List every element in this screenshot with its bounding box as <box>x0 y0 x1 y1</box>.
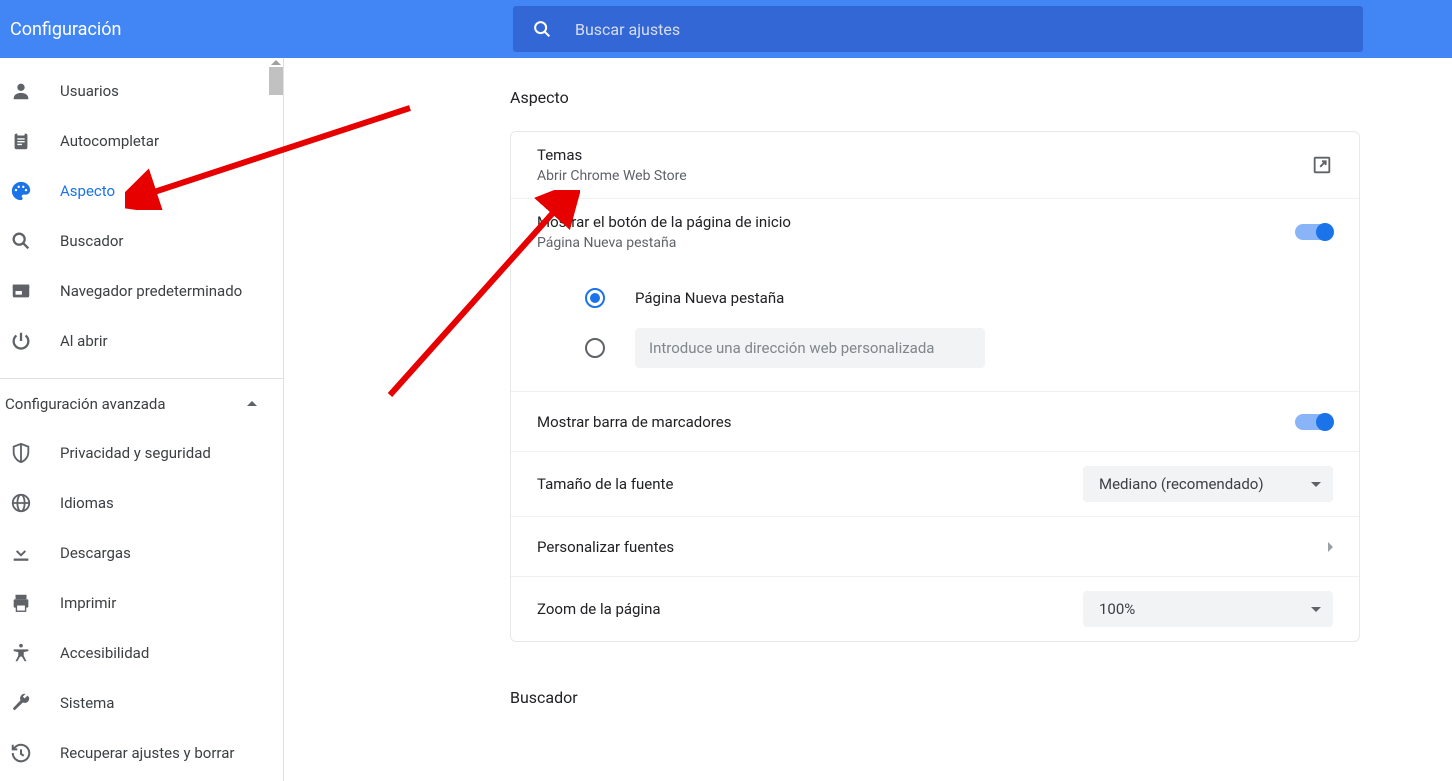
sidebar-item-system[interactable]: Sistema <box>0 678 283 728</box>
main-content: Aspecto Temas Abrir Chrome Web Store Mos… <box>284 58 1452 781</box>
sidebar-item-label: Descargas <box>60 544 131 562</box>
search-icon <box>531 18 553 40</box>
radio-custom[interactable] <box>585 323 1333 373</box>
shield-icon <box>10 442 32 464</box>
radio-button-icon <box>585 338 605 358</box>
page-title: Configuración <box>10 19 513 40</box>
chevron-down-icon <box>1311 482 1321 487</box>
download-icon <box>10 542 32 564</box>
sidebar-item-startup[interactable]: Al abrir <box>0 316 283 366</box>
sidebar-item-accessibility[interactable]: Accesibilidad <box>0 628 283 678</box>
sidebar-item-languages[interactable]: Idiomas <box>0 478 283 528</box>
sidebar-item-reset[interactable]: Recuperar ajustes y borrar <box>0 728 283 778</box>
home-button-row: Mostrar el botón de la página de inicio … <box>511 198 1359 265</box>
appearance-card: Temas Abrir Chrome Web Store Mostrar el … <box>510 131 1360 642</box>
sidebar-item-search[interactable]: Buscador <box>0 216 283 266</box>
home-button-toggle[interactable] <box>1295 224 1333 240</box>
sidebar-section-label: Configuración avanzada <box>5 395 165 413</box>
row-title: Mostrar barra de marcadores <box>537 413 731 431</box>
font-size-select[interactable]: Mediano (recomendado) <box>1083 466 1333 502</box>
row-title: Zoom de la página <box>537 600 661 618</box>
sidebar-item-appearance[interactable]: Aspecto <box>0 166 283 216</box>
chevron-up-icon <box>247 401 257 406</box>
radio-newtab[interactable]: Página Nueva pestaña <box>585 273 1333 323</box>
chevron-right-icon <box>1328 542 1333 552</box>
section-title-search: Buscador <box>510 688 1360 707</box>
user-icon <box>10 80 32 102</box>
power-icon <box>10 330 32 352</box>
sidebar-item-label: Sistema <box>60 694 114 712</box>
header: Configuración <box>0 0 1452 58</box>
custom-url-input[interactable] <box>635 328 985 368</box>
printer-icon <box>10 592 32 614</box>
sidebar-advanced-toggle[interactable]: Configuración avanzada <box>0 378 283 428</box>
sidebar-item-label: Aspecto <box>60 182 115 200</box>
section-title-appearance: Aspecto <box>510 88 1360 107</box>
chevron-down-icon <box>1311 607 1321 612</box>
sidebar-item-label: Usuarios <box>60 82 119 100</box>
themes-row[interactable]: Temas Abrir Chrome Web Store <box>511 132 1359 198</box>
wrench-icon <box>10 692 32 714</box>
row-title: Temas <box>537 146 687 164</box>
row-subtitle: Abrir Chrome Web Store <box>537 168 687 184</box>
row-title: Mostrar el botón de la página de inicio <box>537 213 791 231</box>
accessibility-icon <box>10 642 32 664</box>
sidebar: Usuarios Autocompletar Aspecto Buscador <box>0 58 284 781</box>
bookmarks-bar-row: Mostrar barra de marcadores <box>511 391 1359 451</box>
container: Usuarios Autocompletar Aspecto Buscador <box>0 58 1452 781</box>
sidebar-item-label: Al abrir <box>60 332 108 350</box>
select-value: Mediano (recomendado) <box>1099 475 1264 493</box>
sidebar-item-print[interactable]: Imprimir <box>0 578 283 628</box>
page-zoom-select[interactable]: 100% <box>1083 591 1333 627</box>
sidebar-item-label: Navegador predeterminado <box>60 282 242 300</box>
select-value: 100% <box>1099 600 1135 618</box>
bookmarks-toggle[interactable] <box>1295 414 1333 430</box>
sidebar-item-label: Buscador <box>60 232 123 250</box>
radio-button-icon <box>585 288 605 308</box>
sidebar-item-default-browser[interactable]: Navegador predeterminado <box>0 266 283 316</box>
sidebar-item-label: Privacidad y seguridad <box>60 444 211 462</box>
customize-fonts-row[interactable]: Personalizar fuentes <box>511 516 1359 576</box>
browser-icon <box>10 280 32 302</box>
search-bar[interactable] <box>513 6 1363 52</box>
sidebar-item-label: Recuperar ajustes y borrar <box>60 744 234 762</box>
row-subtitle: Página Nueva pestaña <box>537 235 791 251</box>
sidebar-item-privacy[interactable]: Privacidad y seguridad <box>0 428 283 478</box>
sidebar-item-label: Idiomas <box>60 494 114 512</box>
search-icon <box>10 230 32 252</box>
scrollbar[interactable] <box>269 60 283 100</box>
restore-icon <box>10 742 32 764</box>
sidebar-item-autofill[interactable]: Autocompletar <box>0 116 283 166</box>
page-zoom-row: Zoom de la página 100% <box>511 576 1359 641</box>
font-size-row: Tamaño de la fuente Mediano (recomendado… <box>511 451 1359 516</box>
search-input[interactable] <box>575 20 1345 39</box>
home-page-radio-group: Página Nueva pestaña <box>511 265 1359 391</box>
sidebar-item-label: Imprimir <box>60 594 116 612</box>
row-title: Personalizar fuentes <box>537 538 674 556</box>
palette-icon <box>10 180 32 202</box>
globe-icon <box>10 492 32 514</box>
open-external-icon <box>1311 154 1333 176</box>
sidebar-item-downloads[interactable]: Descargas <box>0 528 283 578</box>
sidebar-item-label: Autocompletar <box>60 132 159 150</box>
clipboard-icon <box>10 130 32 152</box>
radio-label: Página Nueva pestaña <box>635 289 784 307</box>
sidebar-item-users[interactable]: Usuarios <box>0 66 283 116</box>
sidebar-item-label: Accesibilidad <box>60 644 149 662</box>
row-title: Tamaño de la fuente <box>537 475 673 493</box>
